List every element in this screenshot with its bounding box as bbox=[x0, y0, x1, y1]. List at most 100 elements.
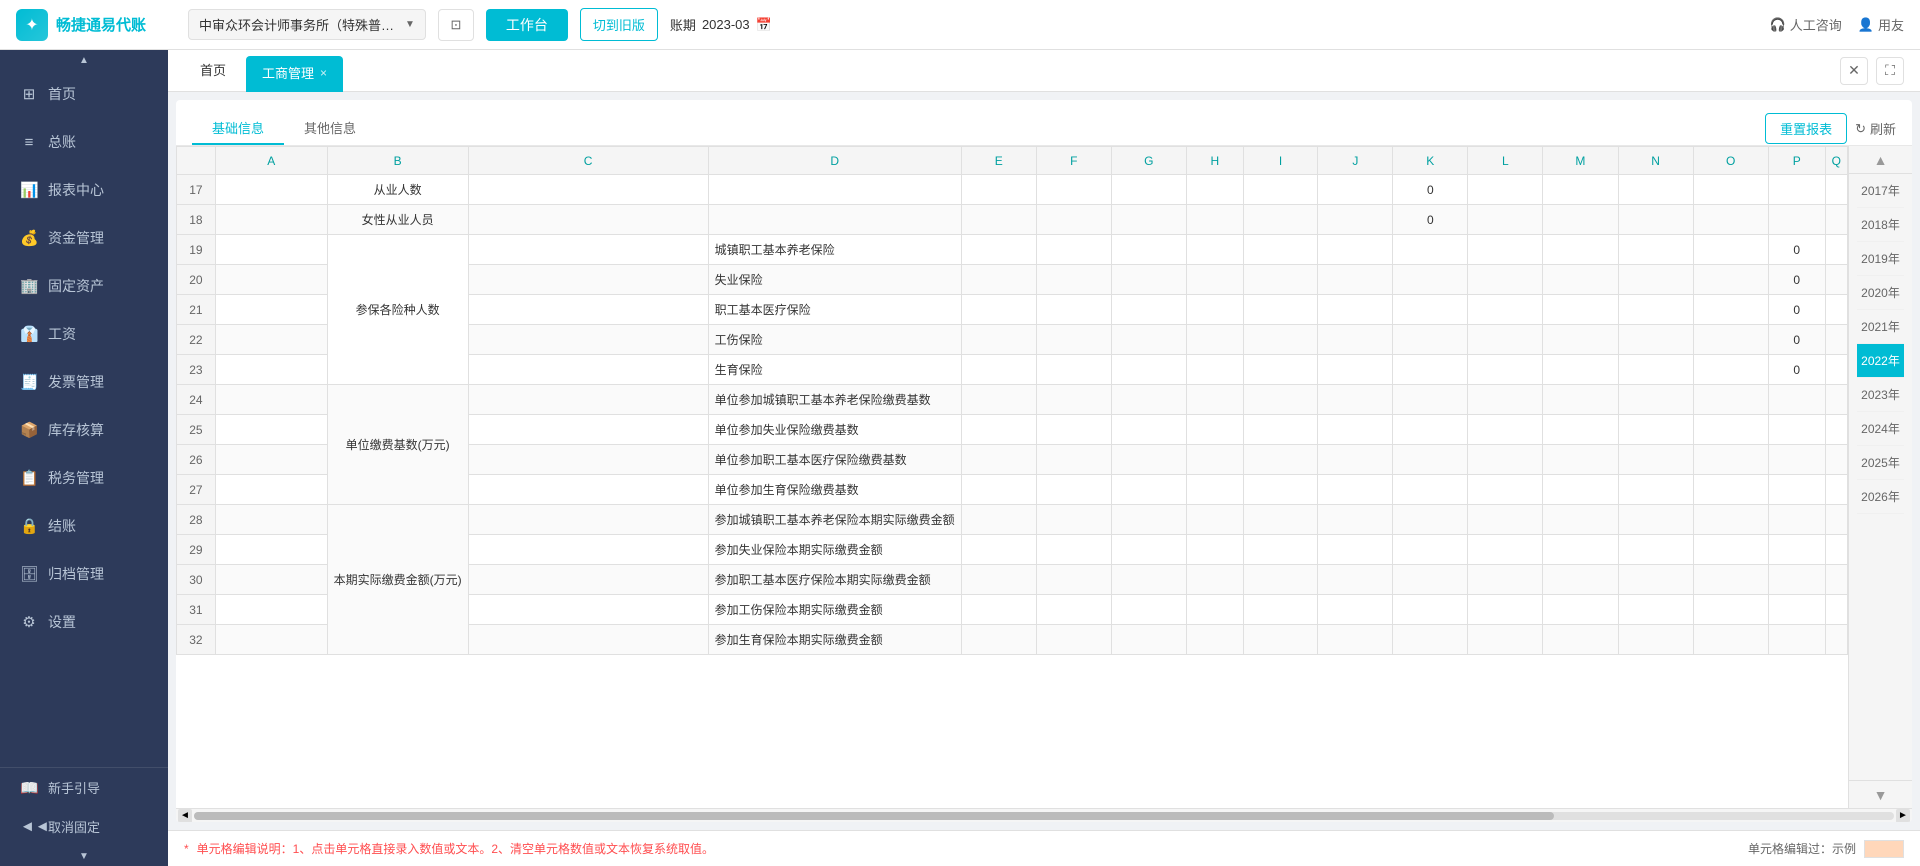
cell-g[interactable] bbox=[1111, 205, 1186, 235]
sidebar-item-newbie[interactable]: 📖 新手引导 bbox=[0, 768, 168, 807]
cell-p[interactable] bbox=[1768, 535, 1825, 565]
cell-k[interactable] bbox=[1393, 625, 1468, 655]
sidebar-scroll-down[interactable]: ▼ bbox=[0, 846, 168, 866]
scroll-track[interactable] bbox=[194, 812, 1894, 820]
cell-f[interactable] bbox=[1036, 355, 1111, 385]
cell-o[interactable] bbox=[1693, 355, 1768, 385]
cell-c[interactable] bbox=[468, 625, 708, 655]
cell-f[interactable] bbox=[1036, 595, 1111, 625]
cell-n[interactable] bbox=[1618, 625, 1693, 655]
cell-k[interactable]: 0 bbox=[1393, 175, 1468, 205]
sidebar-item-archive[interactable]: 🗄 归档管理 bbox=[0, 550, 168, 598]
cell-h[interactable] bbox=[1186, 505, 1243, 535]
cell-d[interactable]: 城镇职工基本养老保险 bbox=[708, 235, 961, 265]
cell-k[interactable] bbox=[1393, 235, 1468, 265]
tab-business[interactable]: 工商管理 × bbox=[246, 56, 343, 92]
cell-n[interactable] bbox=[1618, 595, 1693, 625]
cell-q[interactable] bbox=[1825, 595, 1847, 625]
sidebar-item-inventory[interactable]: 📦 库存核算 bbox=[0, 406, 168, 454]
cell-k[interactable] bbox=[1393, 355, 1468, 385]
cell-e[interactable] bbox=[961, 625, 1036, 655]
cell-a[interactable] bbox=[215, 625, 327, 655]
cell-g[interactable] bbox=[1111, 565, 1186, 595]
cell-c[interactable] bbox=[468, 475, 708, 505]
cell-c[interactable] bbox=[468, 175, 708, 205]
cell-g[interactable] bbox=[1111, 295, 1186, 325]
cell-g[interactable] bbox=[1111, 325, 1186, 355]
cell-h[interactable] bbox=[1186, 415, 1243, 445]
cell-h[interactable] bbox=[1186, 295, 1243, 325]
cell-f[interactable] bbox=[1036, 295, 1111, 325]
cell-a[interactable] bbox=[215, 295, 327, 325]
cell-j[interactable] bbox=[1318, 445, 1393, 475]
cell-l[interactable] bbox=[1468, 535, 1543, 565]
tab-close-button[interactable]: ✕ bbox=[1840, 57, 1868, 85]
cell-d[interactable]: 生育保险 bbox=[708, 355, 961, 385]
year-item[interactable]: 2020年 bbox=[1857, 276, 1904, 310]
sheet-area[interactable]: A B C D E F G H I J bbox=[176, 146, 1848, 808]
cell-q[interactable] bbox=[1825, 445, 1847, 475]
cell-l[interactable] bbox=[1468, 595, 1543, 625]
cell-h[interactable] bbox=[1186, 475, 1243, 505]
cell-i[interactable] bbox=[1243, 175, 1318, 205]
tab-home[interactable]: 首页 bbox=[184, 50, 242, 92]
cell-h[interactable] bbox=[1186, 175, 1243, 205]
cell-l[interactable] bbox=[1468, 415, 1543, 445]
cell-m[interactable] bbox=[1543, 535, 1618, 565]
cell-a[interactable] bbox=[215, 175, 327, 205]
cell-m[interactable] bbox=[1543, 325, 1618, 355]
cell-q[interactable] bbox=[1825, 625, 1847, 655]
cell-q[interactable] bbox=[1825, 325, 1847, 355]
cell-g[interactable] bbox=[1111, 595, 1186, 625]
cell-e[interactable] bbox=[961, 385, 1036, 415]
cell-n[interactable] bbox=[1618, 205, 1693, 235]
cell-f[interactable] bbox=[1036, 205, 1111, 235]
cell-b[interactable]: 本期实际缴费金额(万元) bbox=[327, 505, 468, 655]
cell-i[interactable] bbox=[1243, 415, 1318, 445]
calendar-icon[interactable]: 📅 bbox=[756, 17, 772, 33]
cell-k[interactable] bbox=[1393, 295, 1468, 325]
scroll-left-button[interactable]: ◄ bbox=[178, 809, 192, 823]
cell-g[interactable] bbox=[1111, 175, 1186, 205]
horizontal-scrollbar[interactable]: ◄ ► bbox=[176, 808, 1912, 822]
cell-g[interactable] bbox=[1111, 445, 1186, 475]
year-item[interactable]: 2019年 bbox=[1857, 242, 1904, 276]
cell-o[interactable] bbox=[1693, 475, 1768, 505]
cell-q[interactable] bbox=[1825, 295, 1847, 325]
cell-a[interactable] bbox=[215, 475, 327, 505]
cell-j[interactable] bbox=[1318, 295, 1393, 325]
cell-j[interactable] bbox=[1318, 175, 1393, 205]
cell-j[interactable] bbox=[1318, 475, 1393, 505]
cell-h[interactable] bbox=[1186, 535, 1243, 565]
cell-o[interactable] bbox=[1693, 385, 1768, 415]
cell-f[interactable] bbox=[1036, 535, 1111, 565]
cell-f[interactable] bbox=[1036, 175, 1111, 205]
cell-l[interactable] bbox=[1468, 565, 1543, 595]
cell-c[interactable] bbox=[468, 235, 708, 265]
cell-j[interactable] bbox=[1318, 205, 1393, 235]
cell-h[interactable] bbox=[1186, 205, 1243, 235]
cell-q[interactable] bbox=[1825, 535, 1847, 565]
cell-j[interactable] bbox=[1318, 625, 1393, 655]
cell-p[interactable] bbox=[1768, 565, 1825, 595]
cell-n[interactable] bbox=[1618, 445, 1693, 475]
year-item[interactable]: 2023年 bbox=[1857, 378, 1904, 412]
cell-m[interactable] bbox=[1543, 445, 1618, 475]
sidebar-item-settings[interactable]: ⚙ 设置 bbox=[0, 598, 168, 646]
cell-e[interactable] bbox=[961, 235, 1036, 265]
cell-p[interactable] bbox=[1768, 445, 1825, 475]
scroll-thumb[interactable] bbox=[194, 812, 1554, 820]
cell-e[interactable] bbox=[961, 595, 1036, 625]
cell-d[interactable]: 参加工伤保险本期实际缴费金额 bbox=[708, 595, 961, 625]
scroll-right-button[interactable]: ► bbox=[1896, 809, 1910, 823]
cell-d[interactable]: 工伤保险 bbox=[708, 325, 961, 355]
cell-l[interactable] bbox=[1468, 445, 1543, 475]
cell-k[interactable] bbox=[1393, 265, 1468, 295]
year-scroll-up-button[interactable]: ▲ bbox=[1849, 146, 1912, 174]
cell-f[interactable] bbox=[1036, 625, 1111, 655]
cell-j[interactable] bbox=[1318, 565, 1393, 595]
cell-d[interactable]: 参加生育保险本期实际缴费金额 bbox=[708, 625, 961, 655]
cell-i[interactable] bbox=[1243, 445, 1318, 475]
cell-d[interactable]: 失业保险 bbox=[708, 265, 961, 295]
cell-n[interactable] bbox=[1618, 295, 1693, 325]
